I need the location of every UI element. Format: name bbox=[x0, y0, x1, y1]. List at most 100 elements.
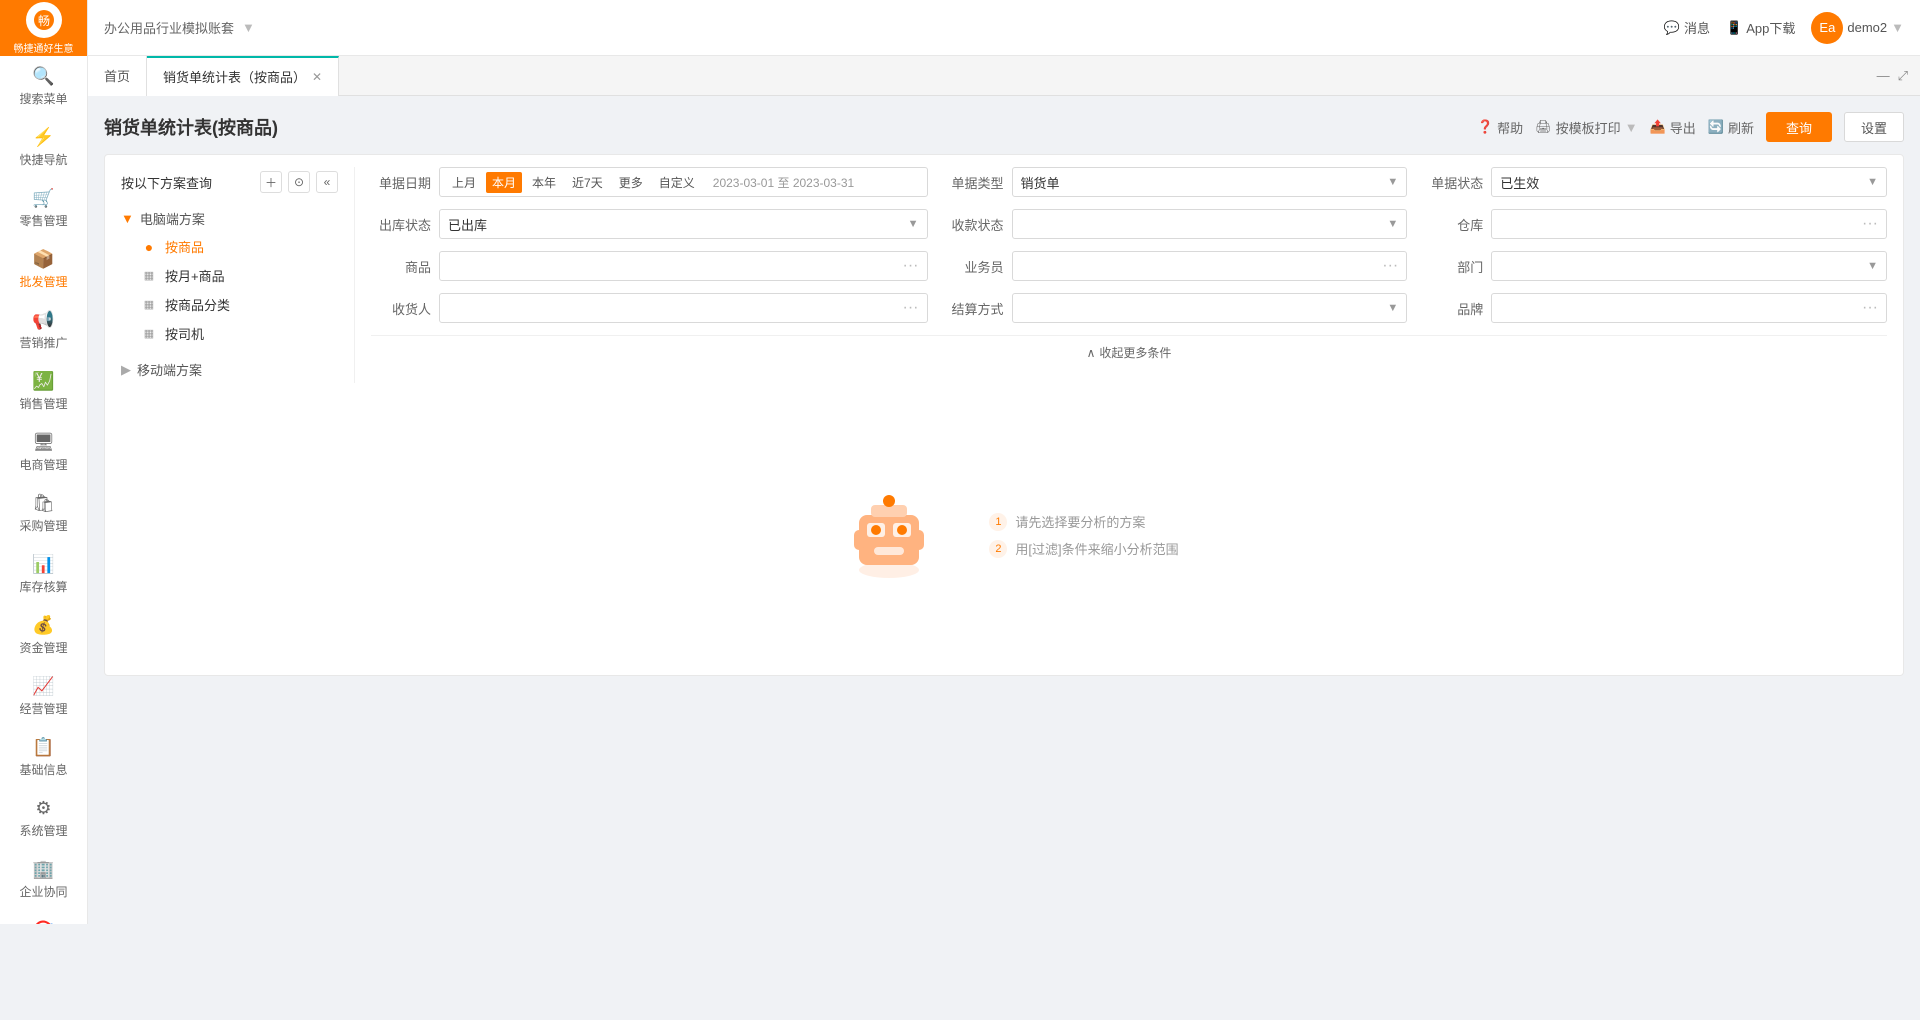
sidebar-item-wholesale[interactable]: 📦 批发管理 bbox=[0, 239, 87, 300]
brand-control[interactable]: ··· bbox=[1491, 293, 1887, 323]
receiver-control[interactable]: ··· bbox=[439, 293, 928, 323]
date-tab-custom[interactable]: 自定义 bbox=[653, 172, 701, 193]
bill-status-value: 已生效 bbox=[1500, 173, 1863, 192]
settlement-control[interactable]: ▼ bbox=[1012, 293, 1408, 323]
sidebar-item-purchase-label: 采购管理 bbox=[19, 517, 67, 534]
scheme-section-desktop: ▼ 电脑端方案 ● 按商品 ▦ 按月+商品 ▦ 按商品分类 bbox=[113, 205, 346, 348]
settings-button[interactable]: 设置 bbox=[1844, 112, 1904, 142]
scheme-item-by-category[interactable]: ▦ 按商品分类 bbox=[113, 290, 346, 319]
date-tab-more[interactable]: 更多 bbox=[613, 172, 649, 193]
sidebar-item-finance[interactable]: 💰 资金管理 bbox=[0, 605, 87, 666]
user-menu[interactable]: Ea demo2 ▼ bbox=[1811, 12, 1904, 44]
marketing-icon: 📢 bbox=[32, 310, 54, 331]
tab-close-icon[interactable]: ✕ bbox=[312, 70, 322, 84]
quicknav-icon: ⚡ bbox=[32, 127, 54, 148]
tab-stats-label: 销货单统计表（按商品） bbox=[163, 67, 306, 86]
warehouse-dots-icon: ··· bbox=[1862, 215, 1878, 233]
username: demo2 bbox=[1847, 20, 1887, 35]
scheme-item-by-driver[interactable]: ▦ 按司机 bbox=[113, 319, 346, 348]
filter-row-3: 商品 ··· 业务员 ··· bbox=[371, 251, 1887, 281]
app-download-button[interactable]: 📱 App下载 bbox=[1726, 18, 1795, 37]
bill-status-control[interactable]: 已生效 ▼ bbox=[1491, 167, 1887, 197]
tab-home[interactable]: 首页 bbox=[88, 56, 147, 96]
empty-state-image bbox=[829, 475, 949, 595]
scheme-section-mobile-header[interactable]: ▶ 移动端方案 bbox=[113, 356, 346, 383]
guide-icon: 🎯 bbox=[32, 920, 54, 924]
scheme-edit-button[interactable]: ⊙ bbox=[288, 171, 310, 193]
collapse-button[interactable]: ∧ 收起更多条件 bbox=[371, 335, 1887, 369]
sidebar-item-operations[interactable]: 📈 经营管理 bbox=[0, 666, 87, 727]
sidebar-item-sales[interactable]: 💹 销售管理 bbox=[0, 361, 87, 422]
department-control[interactable]: ▼ bbox=[1491, 251, 1887, 281]
date-tab-current-month[interactable]: 本月 bbox=[486, 172, 522, 193]
sidebar-item-search[interactable]: 🔍 搜索菜单 bbox=[0, 56, 87, 117]
brand-label: 品牌 bbox=[1423, 299, 1483, 318]
scheme-item-by-month-product[interactable]: ▦ 按月+商品 bbox=[113, 261, 346, 290]
breadcrumb-arrow-icon: ▼ bbox=[242, 20, 255, 35]
sidebar-item-basic[interactable]: 📋 基础信息 bbox=[0, 727, 87, 788]
refresh-button[interactable]: 🔄 刷新 bbox=[1708, 118, 1754, 137]
salesperson-control[interactable]: ··· bbox=[1012, 251, 1408, 281]
scheme-item-by-driver-label: 按司机 bbox=[165, 324, 204, 343]
message-button[interactable]: 💬 消息 bbox=[1664, 18, 1710, 37]
receipt-status-control[interactable]: ▼ bbox=[1012, 209, 1408, 239]
scheme-item-by-product[interactable]: ● 按商品 bbox=[113, 232, 346, 261]
sidebar-item-ecommerce[interactable]: 🖥 电商管理 bbox=[0, 422, 87, 483]
query-button[interactable]: 查询 bbox=[1766, 112, 1832, 142]
inventory-icon: 📊 bbox=[32, 554, 54, 575]
date-tabs: 上月 本月 本年 近7天 更多 自定义 2023-03-01 至 2023-03… bbox=[439, 167, 928, 197]
sidebar-item-quicknav[interactable]: ⚡ 快捷导航 bbox=[0, 117, 87, 178]
logo-icon: 畅 bbox=[26, 2, 62, 38]
tab-minimize-icon[interactable]: — bbox=[1877, 68, 1890, 83]
sidebar-item-inventory[interactable]: 📊 库存核算 bbox=[0, 544, 87, 605]
date-tab-last-month[interactable]: 上月 bbox=[446, 172, 482, 193]
bill-type-control[interactable]: 销货单 ▼ bbox=[1012, 167, 1408, 197]
sidebar-item-purchase[interactable]: 🛍 采购管理 bbox=[0, 483, 87, 544]
tab-maximize-icon[interactable]: ⤢ bbox=[1898, 68, 1908, 84]
receipt-status-arrow-icon: ▼ bbox=[1387, 218, 1398, 230]
sidebar-item-marketing-label: 营销推广 bbox=[19, 334, 67, 351]
print-button[interactable]: 🖨 按模板打印 ▼ bbox=[1535, 118, 1637, 137]
sidebar-item-enterprise-label: 企业协同 bbox=[19, 883, 67, 900]
sidebar-item-marketing[interactable]: 📢 营销推广 bbox=[0, 300, 87, 361]
out-status-value: 已出库 bbox=[448, 215, 904, 234]
enterprise-icon: 🏢 bbox=[32, 859, 54, 880]
date-range-control[interactable]: 上月 本月 本年 近7天 更多 自定义 2023-03-01 至 2023-03… bbox=[439, 167, 928, 197]
out-status-arrow-icon: ▼ bbox=[908, 218, 919, 230]
filter-field-settlement: 结算方式 ▼ bbox=[944, 293, 1408, 323]
sidebar-item-retail[interactable]: 🛒 零售管理 bbox=[0, 178, 87, 239]
receipt-status-label: 收款状态 bbox=[944, 215, 1004, 234]
product-control[interactable]: ··· bbox=[439, 251, 928, 281]
print-arrow-icon: ▼ bbox=[1625, 120, 1638, 135]
filter-field-receipt-status: 收款状态 ▼ bbox=[944, 209, 1408, 239]
system-icon: ⚙ bbox=[35, 798, 51, 819]
export-label: 导出 bbox=[1670, 118, 1696, 137]
sidebar-item-system[interactable]: ⚙ 系统管理 bbox=[0, 788, 87, 849]
warehouse-control[interactable]: ··· bbox=[1491, 209, 1887, 239]
date-tab-year[interactable]: 本年 bbox=[526, 172, 562, 193]
scheme-collapse-button[interactable]: « bbox=[316, 171, 338, 193]
breadcrumb-text: 办公用品行业模拟账套 bbox=[104, 18, 234, 37]
empty-tip-2: 2 用[过滤]条件来缩小分析范围 bbox=[989, 539, 1178, 558]
filter-row-4: 收货人 ··· 结算方式 ▼ bbox=[371, 293, 1887, 323]
filter-field-warehouse: 仓库 ··· bbox=[1423, 209, 1887, 239]
help-button[interactable]: ❓ 帮助 bbox=[1477, 118, 1523, 137]
export-button[interactable]: 📤 导出 bbox=[1650, 118, 1696, 137]
collapse-up-icon: ∧ bbox=[1087, 346, 1096, 360]
scheme-item-by-category-label: 按商品分类 bbox=[165, 295, 230, 314]
content-panel: 按以下方案查询 ＋ ⊙ « ▼ 电脑端方案 ● 按商品 bbox=[104, 154, 1904, 676]
tab-stats[interactable]: 销货单统计表（按商品） ✕ bbox=[147, 56, 339, 96]
scheme-add-button[interactable]: ＋ bbox=[260, 171, 282, 193]
sales-icon: 💹 bbox=[32, 371, 54, 392]
scheme-section-desktop-header[interactable]: ▼ 电脑端方案 bbox=[113, 205, 346, 232]
out-status-control[interactable]: 已出库 ▼ bbox=[439, 209, 928, 239]
bill-type-label: 单据类型 bbox=[944, 173, 1004, 192]
scheme-active-dot-icon: ● bbox=[141, 239, 157, 255]
scheme-sidebar: 按以下方案查询 ＋ ⊙ « ▼ 电脑端方案 ● 按商品 bbox=[105, 167, 355, 383]
out-status-label: 出库状态 bbox=[371, 215, 431, 234]
tip-text-1: 请先选择要分析的方案 bbox=[1015, 512, 1145, 531]
sidebar-item-enterprise[interactable]: 🏢 企业协同 bbox=[0, 849, 87, 910]
sidebar-item-guide[interactable]: 🎯 新手引导 bbox=[0, 910, 87, 924]
scheme-item-by-product-label: 按商品 bbox=[165, 237, 204, 256]
date-tab-7days[interactable]: 近7天 bbox=[566, 172, 609, 193]
